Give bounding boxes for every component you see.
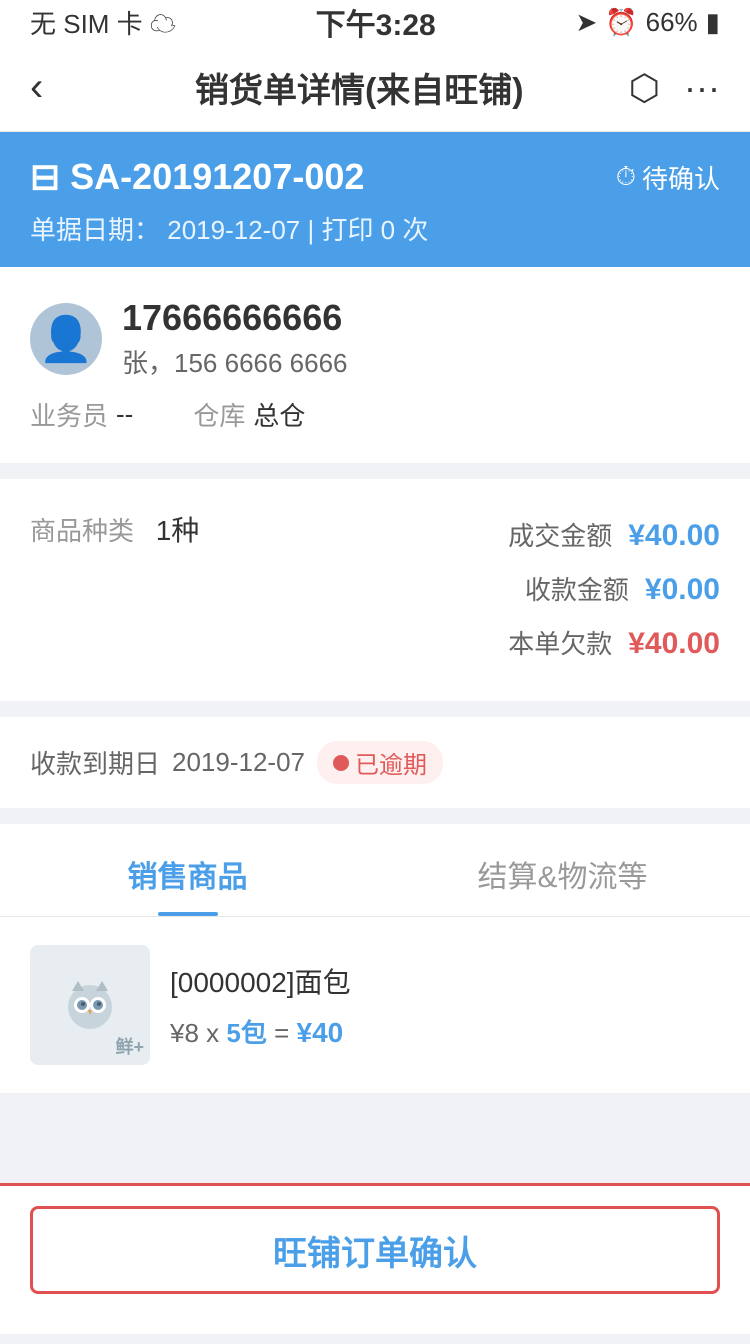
received-row: 收款金额 ¥0.00 xyxy=(508,563,720,617)
warehouse-label: 仓库 xyxy=(193,396,245,433)
quantity-value: 5包 xyxy=(226,1018,266,1048)
order-id: ⊟ SA-20191207-002 xyxy=(30,156,364,198)
confirm-button[interactable]: 旺铺订单确认 xyxy=(30,1206,720,1294)
status-right: ➤ ⏰ 66% ▮ xyxy=(575,7,720,38)
price-per-unit: ¥8 xyxy=(170,1018,199,1048)
date-label: 单据日期： xyxy=(30,215,160,245)
amount-row: 成交金额 ¥40.00 xyxy=(508,509,720,563)
amount-label: 成交金额 xyxy=(508,513,612,560)
product-brand-text: 鲜+ xyxy=(115,1033,144,1059)
avatar-icon: 👤 xyxy=(39,313,94,365)
product-section: 鲜+ [0000002]面包 ¥8 x 5包 = ¥40 xyxy=(0,917,750,1094)
owed-value: ¥40.00 xyxy=(628,617,720,671)
status-time: 下午3:28 xyxy=(316,0,436,44)
type-label: 商品种类 xyxy=(30,516,134,546)
due-date-value: 2019-12-07 xyxy=(172,747,305,778)
no-sim-text: 无 SIM 卡 ☁ xyxy=(30,4,176,41)
overdue-text: 已逾期 xyxy=(355,745,427,780)
warehouse-meta: 仓库 总仓 xyxy=(193,396,305,433)
sales-value: -- xyxy=(116,399,133,430)
due-label: 收款到期日 xyxy=(30,744,160,781)
due-date-card: 收款到期日 2019-12-07 已逾期 xyxy=(0,717,750,808)
sales-label: 业务员 xyxy=(30,396,108,433)
customer-main-row: 👤 17666666666 张，156 6666 6666 xyxy=(30,297,720,380)
customer-card: 👤 17666666666 张，156 6666 6666 业务员 -- 仓库 … xyxy=(0,267,750,463)
amount-value: ¥40.00 xyxy=(628,509,720,563)
order-date-row: 单据日期： 2019-12-07 | 打印 0 次 xyxy=(30,210,720,247)
order-id-icon: ⊟ xyxy=(30,156,60,198)
tab-sales-label: 销售商品 xyxy=(128,861,248,894)
price-multiply: x xyxy=(206,1018,226,1048)
customer-meta: 业务员 -- 仓库 总仓 xyxy=(30,396,720,433)
sales-meta: 业务员 -- xyxy=(30,396,133,433)
print-info: | 打印 0 次 xyxy=(307,215,428,245)
order-date-value: 2019-12-07 xyxy=(167,215,300,245)
product-thumbnail: 鲜+ xyxy=(30,945,150,1065)
product-name: [0000002]面包 xyxy=(170,961,720,1001)
order-id-row: ⊟ SA-20191207-002 ⏱ 待确认 xyxy=(30,156,720,198)
bottom-bar: 旺铺订单确认 xyxy=(0,1183,750,1334)
received-label: 收款金额 xyxy=(525,567,629,614)
summary-card: 商品种类 1种 成交金额 ¥40.00 收款金额 ¥0.00 本单欠款 ¥40.… xyxy=(0,479,750,701)
page-title: 销货单详情(来自旺铺) xyxy=(90,63,629,112)
received-value: ¥0.00 xyxy=(645,563,720,617)
owed-row: 本单欠款 ¥40.00 xyxy=(508,617,720,671)
order-header: ⊟ SA-20191207-002 ⏱ 待确认 单据日期： 2019-12-07… xyxy=(0,132,750,267)
product-price: ¥8 x 5包 = ¥40 xyxy=(170,1013,720,1050)
status-clock-icon: ⏱ xyxy=(616,161,636,193)
location-icon: ➤ xyxy=(575,7,597,38)
tab-settlement[interactable]: 结算&物流等 xyxy=(375,824,750,916)
warehouse-value: 总仓 xyxy=(253,396,305,433)
product-item: 鲜+ [0000002]面包 ¥8 x 5包 = ¥40 xyxy=(0,917,750,1094)
amounts-section: 成交金额 ¥40.00 收款金额 ¥0.00 本单欠款 ¥40.00 xyxy=(508,509,720,671)
owed-label: 本单欠款 xyxy=(508,621,612,668)
alarm-icon: ⏰ xyxy=(605,7,637,38)
status-left: 无 SIM 卡 ☁ xyxy=(30,4,176,41)
share-icon[interactable]: ⬡ xyxy=(629,67,660,109)
battery-icon: ▮ xyxy=(706,7,720,38)
nav-actions: ⬡ ··· xyxy=(629,67,720,109)
overdue-badge: 已逾期 xyxy=(317,741,443,784)
battery-text: 66% xyxy=(646,7,698,38)
more-icon[interactable]: ··· xyxy=(684,67,720,109)
tabs: 销售商品 结算&物流等 xyxy=(0,824,750,917)
nav-bar: ‹ 销货单详情(来自旺铺) ⬡ ··· xyxy=(0,44,750,132)
back-button[interactable]: ‹ xyxy=(30,65,90,110)
overdue-dot-icon xyxy=(333,755,349,771)
type-value: 1种 xyxy=(156,515,200,546)
order-status: ⏱ 待确认 xyxy=(616,159,720,196)
product-type-section: 商品种类 1种 xyxy=(30,509,199,549)
total-price: ¥40 xyxy=(297,1017,344,1048)
tab-sales-products[interactable]: 销售商品 xyxy=(0,824,375,916)
product-info: [0000002]面包 ¥8 x 5包 = ¥40 xyxy=(170,961,720,1050)
customer-info: 17666666666 张，156 6666 6666 xyxy=(122,297,348,380)
order-id-text: SA-20191207-002 xyxy=(70,156,364,198)
status-bar: 无 SIM 卡 ☁ 下午3:28 ➤ ⏰ 66% ▮ xyxy=(0,0,750,44)
tab-settlement-label: 结算&物流等 xyxy=(477,861,647,894)
status-text: 待确认 xyxy=(642,159,720,196)
product-thumb-svg xyxy=(50,975,130,1035)
price-equals: = xyxy=(274,1018,296,1048)
customer-phone: 17666666666 xyxy=(122,297,348,339)
customer-sub-info: 张，156 6666 6666 xyxy=(122,343,348,380)
avatar: 👤 xyxy=(30,303,102,375)
